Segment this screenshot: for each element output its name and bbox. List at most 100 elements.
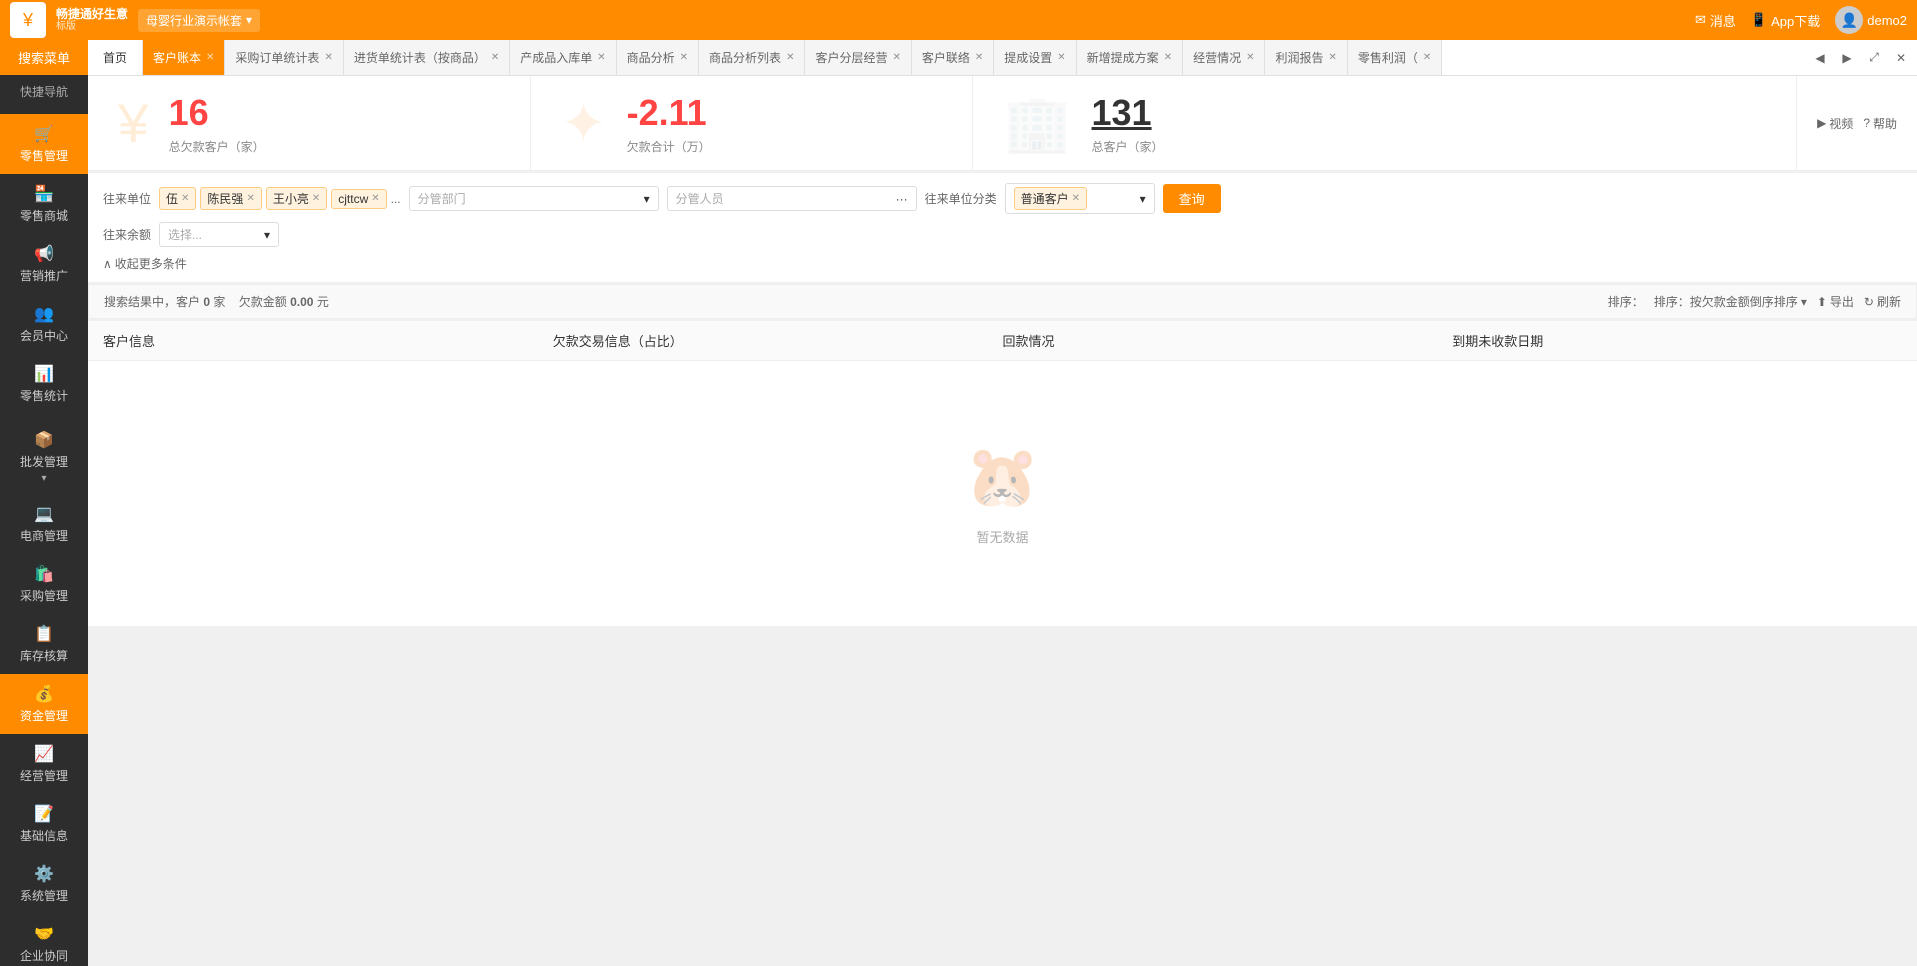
tab-purchase-stats[interactable]: 采购订单统计表 ✕	[225, 40, 343, 75]
balance-filter[interactable]: 选择... ▾	[159, 222, 279, 247]
stat-label-debt: 欠款合计（万）	[627, 138, 711, 155]
tab-minimize-btn[interactable]: ✕	[1890, 47, 1912, 69]
tags-more[interactable]: ...	[391, 192, 401, 206]
tab-product-analysis-list[interactable]: 商品分析列表 ✕	[699, 40, 805, 75]
category-filter[interactable]: 普通客户 ✕ ▾	[1005, 183, 1155, 214]
tab-close-icon[interactable]: ✕	[1329, 52, 1337, 63]
messages-btn[interactable]: ✉ 消息	[1695, 11, 1736, 30]
sidebar-item-finance[interactable]: 💰 资金管理	[0, 674, 88, 734]
tab-home[interactable]: 首页	[88, 40, 143, 75]
tag-remove-icon[interactable]: ✕	[246, 193, 254, 204]
dept-filter[interactable]: 分管部门 ▾	[409, 186, 659, 211]
tab-close-icon[interactable]: ✕	[1057, 52, 1065, 63]
sidebar-item-label: 电商管理	[20, 527, 68, 544]
tab-new-promotion[interactable]: 新增提成方案 ✕	[1077, 40, 1183, 75]
sidebar-item-system[interactable]: ⚙️ 系统管理	[0, 854, 88, 914]
sidebar-item-inventory[interactable]: 📋 库存核算	[0, 614, 88, 674]
filter-tag-cjttcw[interactable]: cjttcw ✕	[331, 189, 386, 209]
tag-remove-icon[interactable]: ✕	[1072, 193, 1080, 204]
stat-block-customers: ¥ 16 总欠款客户（家）	[88, 76, 531, 170]
tab-close-icon[interactable]: ✕	[975, 52, 983, 63]
tab-close-icon[interactable]: ✕	[892, 52, 900, 63]
sidebar-quick-nav[interactable]: 快捷导航	[0, 75, 88, 108]
tab-controls: ◀ ▶ ⤢ ✕	[1804, 47, 1917, 69]
sidebar-search[interactable]: 搜索菜单	[0, 40, 88, 75]
sidebar-item-operations[interactable]: 📈 经营管理	[0, 734, 88, 794]
top-bar: ¥ 畅捷通好生意 标版 母婴行业演示帐套 ▾ ✉ 消息 📱 App下载 👤 de…	[0, 0, 1917, 40]
sidebar-item-label: 基础信息	[20, 827, 68, 844]
tab-stock-stats[interactable]: 进货单统计表（按商品） ✕	[344, 40, 510, 75]
tab-customer-segment[interactable]: 客户分层经营 ✕	[805, 40, 911, 75]
stats-bar: ¥ 16 总欠款客户（家） ✦ -2.11	[88, 76, 1917, 171]
video-icon: ▶	[1817, 116, 1826, 130]
export-btn[interactable]: ⬆ 导出	[1817, 293, 1854, 310]
tag-remove-icon[interactable]: ✕	[181, 193, 189, 204]
stat-label-total: 总客户（家）	[1092, 138, 1164, 155]
stat-icon-3: 🏢	[1003, 96, 1071, 151]
sidebar-item-label: 批发管理	[20, 453, 68, 470]
sidebar-item-enterprise[interactable]: 🤝 企业协同	[0, 914, 88, 966]
help-btn[interactable]: ? 帮助	[1863, 115, 1897, 132]
sidebar-item-basic-info[interactable]: 📝 基础信息	[0, 794, 88, 854]
ecommerce-icon: 💻	[34, 504, 54, 524]
sort-btn[interactable]: 排序：按欠款金额倒序排序 ▾	[1654, 293, 1807, 310]
company-tags: 伍 ✕ 陈民强 ✕ 王小亮 ✕	[159, 187, 401, 210]
help-icon: ?	[1863, 116, 1870, 130]
empty-icon: 🐹	[965, 441, 1040, 512]
tab-close-icon[interactable]: ✕	[1164, 52, 1172, 63]
tab-close-icon[interactable]: ✕	[491, 52, 499, 63]
collapse-btn[interactable]: ∧ 收起更多条件	[103, 255, 1902, 272]
system-selector[interactable]: 母婴行业演示帐套 ▾	[138, 9, 260, 32]
sidebar-item-procurement[interactable]: 🛍️ 采购管理	[0, 554, 88, 614]
person-filter[interactable]: 分管人员 ···	[667, 186, 917, 211]
tab-retail-profit[interactable]: 零售利润（ ✕	[1348, 40, 1442, 75]
operations-icon: 📈	[34, 744, 54, 764]
filter-row-2: 往来余额 选择... ▾	[103, 222, 1902, 247]
help-area: ▶ 视频 ? 帮助	[1797, 76, 1917, 170]
tab-close-icon[interactable]: ✕	[206, 52, 214, 63]
tag-remove-icon[interactable]: ✕	[371, 193, 379, 204]
tab-customer-book[interactable]: 客户账本 ✕	[143, 40, 225, 75]
tab-customer-contact[interactable]: 客户联络 ✕	[912, 40, 994, 75]
query-button[interactable]: 查询	[1163, 184, 1221, 213]
finance-icon: 💰	[34, 684, 54, 704]
filter-tag-chen[interactable]: 陈民强 ✕	[200, 187, 261, 210]
retail-mall-icon: 🏪	[34, 184, 54, 204]
filter-tag-wang[interactable]: 王小亮 ✕	[266, 187, 327, 210]
filter-tag-wu[interactable]: 伍 ✕	[159, 187, 196, 210]
tag-remove-icon[interactable]: ✕	[312, 193, 320, 204]
sidebar-item-wholesale[interactable]: 📦 批发管理 ▾	[0, 420, 88, 494]
tab-operations-status[interactable]: 经营情况 ✕	[1183, 40, 1265, 75]
video-help-btn[interactable]: ▶ 视频	[1817, 115, 1853, 132]
sidebar: 搜索菜单 快捷导航 🛒 零售管理 🏪 零售商城 📢 营销推广 👥 会员中心 📊	[0, 40, 88, 966]
sidebar-item-members[interactable]: 👥 会员中心	[0, 294, 88, 354]
dropdown-icon: ···	[896, 192, 908, 206]
tab-maximize-btn[interactable]: ⤢	[1863, 47, 1885, 69]
sidebar-item-retail-mall[interactable]: 🏪 零售商城	[0, 174, 88, 234]
tab-prev-btn[interactable]: ◀	[1809, 47, 1831, 69]
tab-promotion-settings[interactable]: 提成设置 ✕	[994, 40, 1076, 75]
empty-state: 🐹 暂无数据	[88, 361, 1917, 626]
sidebar-item-retail-mgmt[interactable]: 🛒 零售管理	[0, 114, 88, 174]
tab-close-icon[interactable]: ✕	[324, 52, 332, 63]
refresh-btn[interactable]: ↻ 刷新	[1864, 293, 1901, 310]
tab-close-icon[interactable]: ✕	[1423, 52, 1431, 63]
results-bar: 搜索结果中，客户 0 家 欠款金额 0.00 元 排序： 排序：按欠款金额倒序排…	[88, 284, 1917, 319]
user-profile-btn[interactable]: 👤 demo2	[1835, 6, 1907, 34]
tab-close-icon[interactable]: ✕	[1246, 52, 1254, 63]
retail-stats-icon: 📊	[34, 364, 54, 384]
sidebar-item-ecommerce[interactable]: 💻 电商管理	[0, 494, 88, 554]
tab-production[interactable]: 产成品入库单 ✕	[510, 40, 616, 75]
content-area: 首页 客户账本 ✕ 采购订单统计表 ✕ 进货单统计表（按商品） ✕ 产成品入库单…	[88, 40, 1917, 966]
app-download-btn[interactable]: 📱 App下载	[1751, 11, 1820, 30]
tab-close-icon[interactable]: ✕	[597, 52, 605, 63]
tab-product-analysis[interactable]: 商品分析 ✕	[617, 40, 699, 75]
tab-next-btn[interactable]: ▶	[1836, 47, 1858, 69]
col-header-debt: 欠款交易信息（占比）	[553, 331, 1003, 350]
sidebar-item-retail-stats[interactable]: 📊 零售统计	[0, 354, 88, 414]
sidebar-item-marketing[interactable]: 📢 营销推广	[0, 234, 88, 294]
tab-close-icon[interactable]: ✕	[680, 52, 688, 63]
page-content: ¥ 16 总欠款客户（家） ✦ -2.11	[88, 76, 1917, 966]
tab-profit-report[interactable]: 利润报告 ✕	[1265, 40, 1347, 75]
tab-close-icon[interactable]: ✕	[786, 52, 794, 63]
